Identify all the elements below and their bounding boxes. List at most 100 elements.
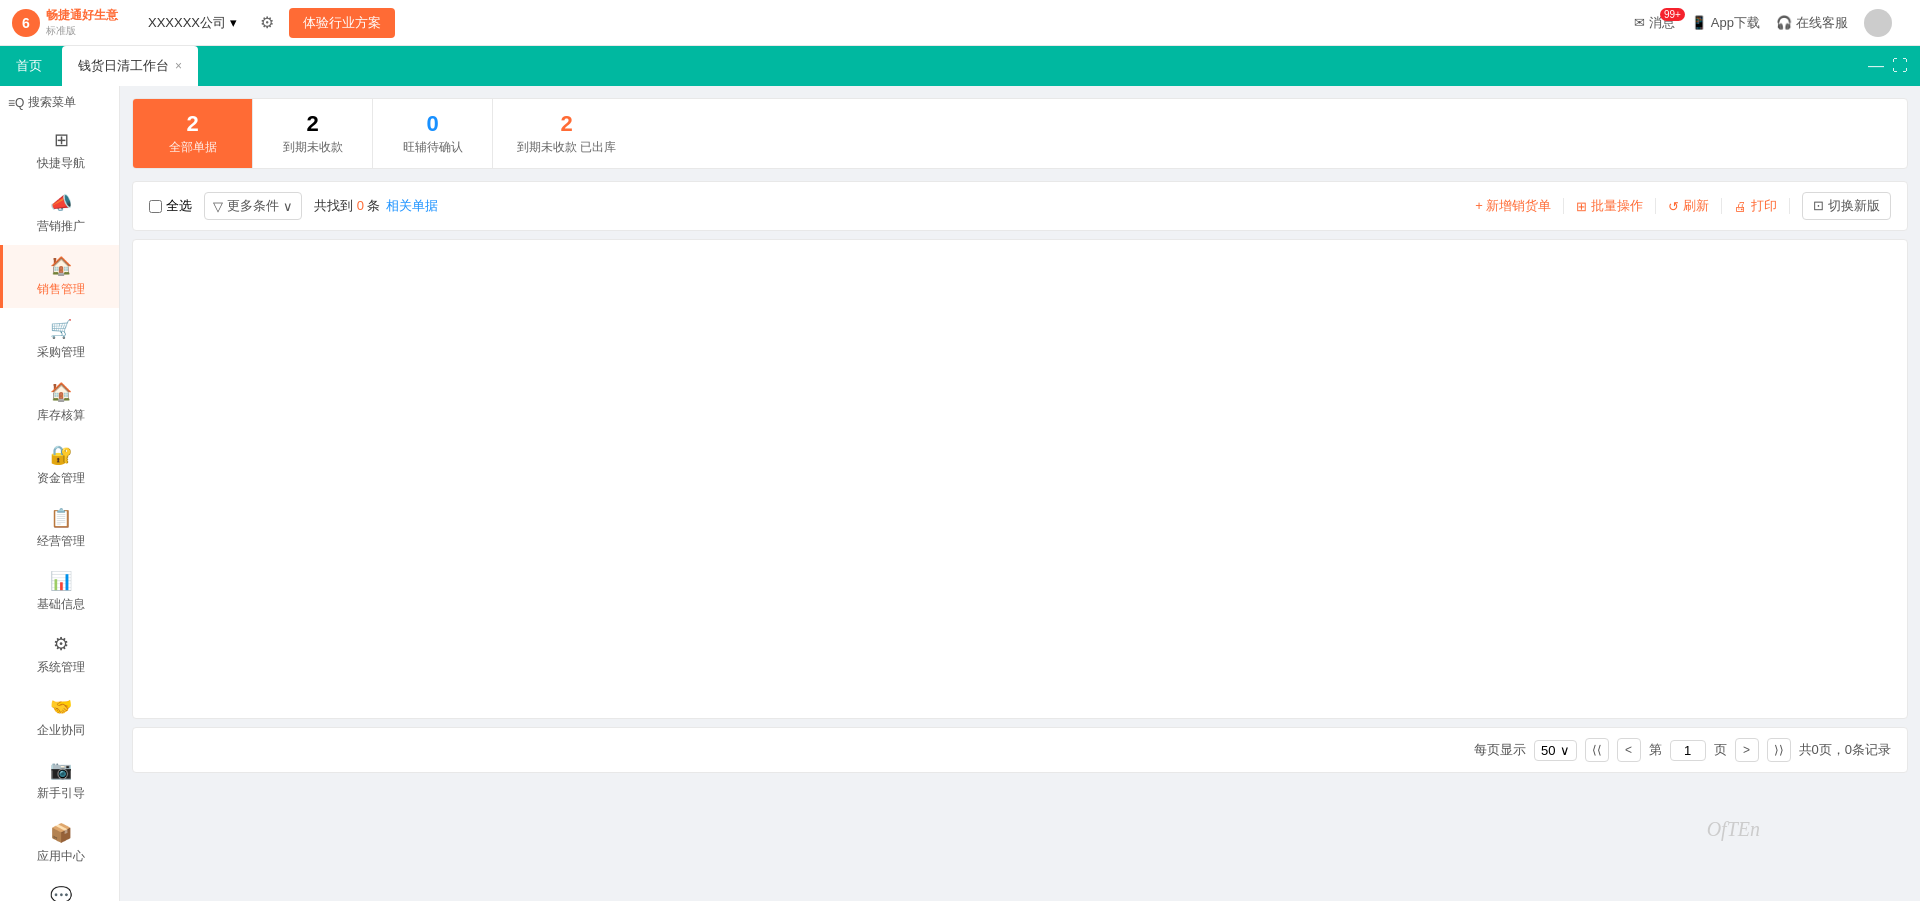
stats-tab-all[interactable]: 2 全部单据 — [133, 99, 253, 168]
batch-op-button[interactable]: ⊞ 批量操作 — [1576, 197, 1643, 215]
sidebar-item-label: 应用中心 — [37, 848, 85, 865]
stats-desc-all: 全部单据 — [157, 139, 228, 156]
finance-icon: 🔐 — [50, 444, 72, 466]
found-unit: 条 — [367, 198, 380, 213]
filter-icon: ▽ — [213, 199, 223, 214]
sidebar-item-label: 快捷导航 — [37, 155, 85, 172]
switch-label: 切换新版 — [1828, 198, 1880, 213]
select-all-input[interactable] — [149, 200, 162, 213]
select-all-checkbox[interactable]: 全选 — [149, 197, 192, 215]
page-label: 第 — [1649, 741, 1662, 759]
app-download-action[interactable]: 📱 App下载 — [1691, 14, 1760, 32]
trial-button[interactable]: 体验行业方案 — [289, 8, 395, 38]
sidebar-item-label: 库存核算 — [37, 407, 85, 424]
print-label: 打印 — [1751, 197, 1777, 215]
stats-count-shipped: 2 — [517, 111, 616, 137]
messages-badge: 99+ — [1660, 8, 1685, 21]
sidebar-item-label: 销售管理 — [37, 281, 85, 298]
next-page-button[interactable]: > — [1735, 738, 1759, 762]
prev-page-button[interactable]: < — [1617, 738, 1641, 762]
logo-text: 畅捷通好生意 标准版 — [46, 8, 118, 37]
refresh-icon: ↺ — [1668, 199, 1679, 214]
sidebar-item-inventory[interactable]: 🏠 库存核算 — [0, 371, 119, 434]
tab-workbench[interactable]: 钱货日清工作台 × — [62, 46, 198, 86]
content-area: 2 全部单据 2 到期未收款 0 旺辅待确认 2 到期未收款 已出库 全选 — [120, 86, 1920, 901]
cooperation-icon: 🤝 — [50, 696, 72, 718]
empty-state — [133, 240, 1907, 718]
found-text: 共找到 0 条 相关单据 — [314, 197, 438, 215]
sidebar-search[interactable]: ≡Q 搜索菜单 — [0, 86, 119, 119]
stats-desc-pending: 旺辅待确认 — [397, 139, 468, 156]
page-input[interactable] — [1670, 740, 1706, 761]
app-download-label: App下载 — [1711, 14, 1760, 32]
gear-icon: ⚙ — [260, 13, 274, 32]
toolbar: 全选 ▽ 更多条件 ∨ 共找到 0 条 相关单据 + 新增销货单 ⊞ — [132, 181, 1908, 231]
sidebar-item-wechat[interactable]: 💬 企业微信 — [0, 875, 119, 901]
sidebar-item-label: 基础信息 — [37, 596, 85, 613]
search-icon: ≡Q — [8, 96, 24, 110]
page-size-select[interactable]: 50 ∨ — [1534, 740, 1576, 761]
pagination-bar: 每页显示 50 ∨ ⟨⟨ < 第 页 > ⟩⟩ 共0页，0条记录 — [132, 727, 1908, 773]
settings-icon-btn[interactable]: ⚙ — [253, 9, 281, 37]
sidebar-item-marketing[interactable]: 📣 营销推广 — [0, 182, 119, 245]
divider — [1721, 198, 1722, 214]
filter-button[interactable]: ▽ 更多条件 ∨ — [204, 192, 302, 220]
messages-action[interactable]: ✉ 消息 99+ — [1634, 14, 1675, 32]
header-right: ✉ 消息 99+ 📱 App下载 🎧 在线客服 — [1634, 9, 1908, 37]
refresh-label: 刷新 — [1683, 197, 1709, 215]
switch-new-version-button[interactable]: ⊡ 切换新版 — [1802, 192, 1891, 220]
user-avatar[interactable] — [1864, 9, 1892, 37]
sidebar-item-system[interactable]: ⚙ 系统管理 — [0, 623, 119, 686]
tab-home[interactable]: 首页 — [0, 46, 58, 86]
per-page-label: 每页显示 — [1474, 741, 1526, 759]
company-selector[interactable]: XXXXXX公司 ▾ — [140, 10, 245, 36]
sidebar-item-label: 营销推广 — [37, 218, 85, 235]
tab-close-icon[interactable]: × — [175, 59, 182, 73]
download-icon: 📱 — [1691, 15, 1707, 30]
divider — [1789, 198, 1790, 214]
sidebar-item-guide[interactable]: 📷 新手引导 — [0, 749, 119, 812]
new-sales-button[interactable]: + 新增销货单 — [1475, 197, 1551, 215]
logo-area: 6 畅捷通好生意 标准版 — [12, 8, 132, 37]
stats-tab-pending[interactable]: 0 旺辅待确认 — [373, 99, 493, 168]
tab-workbench-label: 钱货日清工作台 — [78, 57, 169, 75]
sidebar-item-label: 新手引导 — [37, 785, 85, 802]
stats-tabs: 2 全部单据 2 到期未收款 0 旺辅待确认 2 到期未收款 已出库 — [132, 98, 1908, 169]
stats-tab-shipped[interactable]: 2 到期未收款 已出库 — [493, 99, 640, 168]
last-page-button[interactable]: ⟩⟩ — [1767, 738, 1791, 762]
refresh-button[interactable]: ↺ 刷新 — [1668, 197, 1709, 215]
sidebar-item-basic-info[interactable]: 📊 基础信息 — [0, 560, 119, 623]
sidebar-item-finance[interactable]: 🔐 资金管理 — [0, 434, 119, 497]
stats-count-overdue: 2 — [277, 111, 348, 137]
divider — [1563, 198, 1564, 214]
purchase-icon: 🛒 — [50, 318, 72, 340]
print-button[interactable]: 🖨 打印 — [1734, 197, 1777, 215]
operations-icon: 📋 — [50, 507, 72, 529]
page-size-chevron: ∨ — [1560, 743, 1570, 758]
tab-maximize-icon[interactable]: ⛶ — [1892, 57, 1908, 75]
logo-icon: 6 — [12, 9, 40, 37]
guide-icon: 📷 — [50, 759, 72, 781]
sidebar-search-label: 搜索菜单 — [28, 94, 76, 111]
sidebar-item-app-center[interactable]: 📦 应用中心 — [0, 812, 119, 875]
app-center-icon: 📦 — [50, 822, 72, 844]
sidebar-item-quick-nav[interactable]: ⊞ 快捷导航 — [0, 119, 119, 182]
sidebar-item-sales[interactable]: 🏠 销售管理 — [0, 245, 119, 308]
batch-icon: ⊞ — [1576, 199, 1587, 214]
sidebar-item-operations[interactable]: 📋 经营管理 — [0, 497, 119, 560]
quick-nav-icon: ⊞ — [54, 129, 69, 151]
table-area — [132, 239, 1908, 719]
sidebar-item-purchase[interactable]: 🛒 采购管理 — [0, 308, 119, 371]
page-total: 共0页，0条记录 — [1799, 741, 1891, 759]
tab-minimize-icon[interactable]: — — [1868, 57, 1884, 75]
message-icon: ✉ — [1634, 15, 1645, 30]
header-left: 6 畅捷通好生意 标准版 XXXXXX公司 ▾ ⚙ 体验行业方案 — [12, 8, 395, 38]
sidebar-item-cooperation[interactable]: 🤝 企业协同 — [0, 686, 119, 749]
sales-icon: 🏠 — [50, 255, 72, 277]
system-icon: ⚙ — [53, 633, 69, 655]
online-service-action[interactable]: 🎧 在线客服 — [1776, 14, 1848, 32]
logo-main: 畅捷通好生意 — [46, 8, 118, 24]
first-page-button[interactable]: ⟨⟨ — [1585, 738, 1609, 762]
found-link[interactable]: 相关单据 — [386, 198, 438, 213]
stats-tab-overdue[interactable]: 2 到期未收款 — [253, 99, 373, 168]
